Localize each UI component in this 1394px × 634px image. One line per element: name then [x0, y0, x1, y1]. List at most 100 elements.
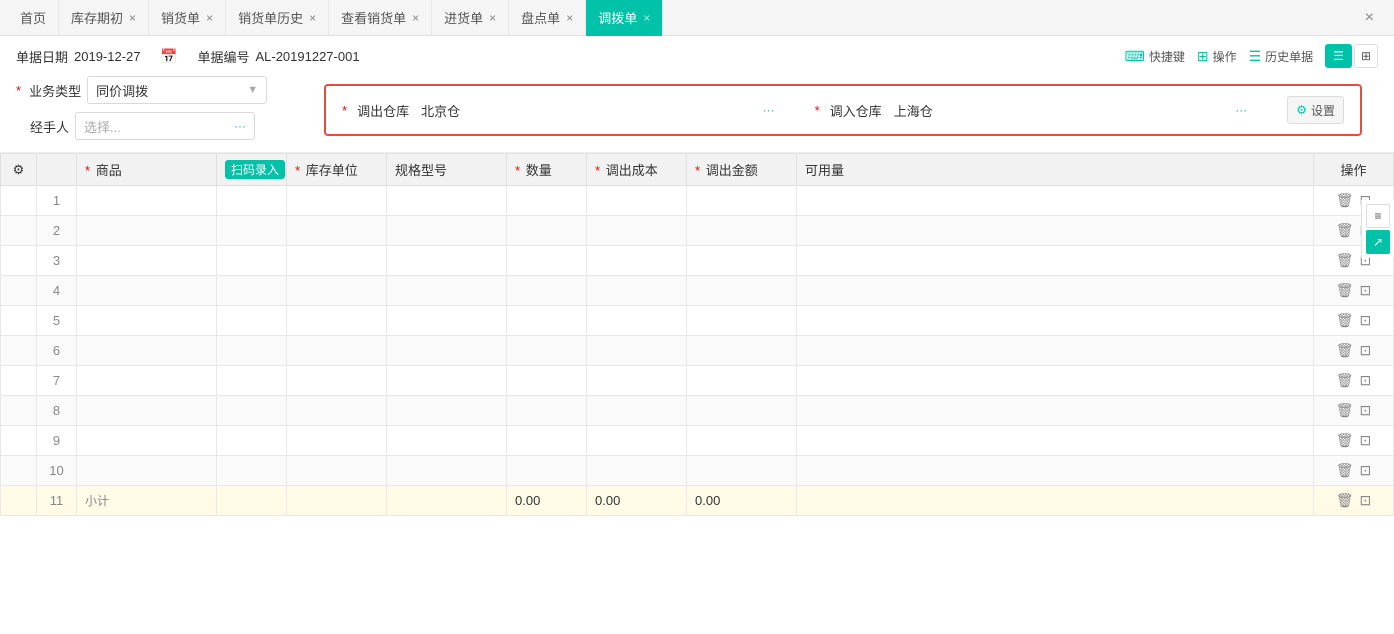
row-cost-6[interactable] [587, 336, 687, 366]
row-qty-8[interactable] [507, 396, 587, 426]
row-unit-3[interactable] [287, 246, 387, 276]
settings-button[interactable]: ⚙ 设置 [1287, 96, 1344, 124]
delete-icon-8[interactable]: 🗑 [1336, 402, 1354, 419]
tab-sales-history[interactable]: 销货单历史 × [226, 0, 329, 36]
row-amount-9[interactable] [687, 426, 797, 456]
side-expand-btn[interactable]: ↗ [1366, 230, 1390, 254]
close-view-sales[interactable]: × [412, 11, 419, 25]
delete-icon-3[interactable]: 🗑 [1336, 252, 1354, 269]
grid-view-btn[interactable]: ⊞ [1354, 44, 1378, 68]
row-cost-7[interactable] [587, 366, 687, 396]
row-unit-9[interactable] [287, 426, 387, 456]
delete-icon-2[interactable]: 🗑 [1336, 222, 1354, 239]
row-unit-4[interactable] [287, 276, 387, 306]
side-list-btn[interactable]: ≡ [1366, 204, 1390, 228]
scan-button[interactable]: 扫码录入 [225, 160, 285, 179]
row-unit-5[interactable] [287, 306, 387, 336]
row-unit-1[interactable] [287, 186, 387, 216]
tab-sales-order[interactable]: 销货单 × [149, 0, 226, 36]
tab-purchase[interactable]: 进货单 × [432, 0, 509, 36]
copy-icon-10[interactable]: ⊡ [1360, 462, 1372, 479]
row-spec-9[interactable] [387, 426, 507, 456]
close-sales-history[interactable]: × [309, 11, 316, 25]
row-goods-9[interactable] [77, 426, 217, 456]
close-purchase[interactable]: × [489, 11, 496, 25]
row-qty-2[interactable] [507, 216, 587, 246]
row-spec-5[interactable] [387, 306, 507, 336]
row-qty-4[interactable] [507, 276, 587, 306]
row-qty-3[interactable] [507, 246, 587, 276]
tab-transfer[interactable]: 调拨单 × [586, 0, 663, 36]
copy-icon-6[interactable]: ⊡ [1360, 342, 1372, 359]
list-view-btn[interactable]: ☰ [1325, 44, 1352, 68]
row-unit-10[interactable] [287, 456, 387, 486]
copy-icon-5[interactable]: ⊡ [1360, 312, 1372, 329]
warehouse-out-more-icon[interactable]: ··· [763, 103, 775, 117]
tab-inventory-init[interactable]: 库存期初 × [59, 0, 149, 36]
copy-icon-9[interactable]: ⊡ [1360, 432, 1372, 449]
row-goods-3[interactable] [77, 246, 217, 276]
row-cost-1[interactable] [587, 186, 687, 216]
row-qty-10[interactable] [507, 456, 587, 486]
row-qty-5[interactable] [507, 306, 587, 336]
row-goods-6[interactable] [77, 336, 217, 366]
delete-icon-1[interactable]: 🗑 [1336, 192, 1354, 209]
history-btn[interactable]: ☰ 历史单据 [1249, 48, 1314, 65]
row-goods-8[interactable] [77, 396, 217, 426]
delete-icon-5[interactable]: 🗑 [1336, 312, 1354, 329]
row-goods-5[interactable] [77, 306, 217, 336]
row-amount-3[interactable] [687, 246, 797, 276]
row-cost-5[interactable] [587, 306, 687, 336]
row-amount-6[interactable] [687, 336, 797, 366]
row-amount-5[interactable] [687, 306, 797, 336]
close-inventory-init[interactable]: × [129, 11, 136, 25]
row-cost-3[interactable] [587, 246, 687, 276]
copy-icon-7[interactable]: ⊡ [1360, 372, 1372, 389]
col-gear[interactable]: ⚙ [1, 154, 37, 186]
tab-view-sales[interactable]: 查看销货单 × [329, 0, 432, 36]
row-amount-4[interactable] [687, 276, 797, 306]
row-goods-1[interactable] [77, 186, 217, 216]
close-sales-order[interactable]: × [206, 11, 213, 25]
handler-more-icon[interactable]: ··· [234, 119, 246, 133]
row-goods-10[interactable] [77, 456, 217, 486]
row-spec-10[interactable] [387, 456, 507, 486]
window-close-button[interactable]: × [1353, 9, 1386, 27]
row-spec-3[interactable] [387, 246, 507, 276]
subtotal-delete-icon[interactable]: 🗑 [1336, 492, 1354, 509]
row-cost-4[interactable] [587, 276, 687, 306]
row-spec-6[interactable] [387, 336, 507, 366]
delete-icon-10[interactable]: 🗑 [1336, 462, 1354, 479]
copy-icon-4[interactable]: ⊡ [1360, 282, 1372, 299]
calendar-icon[interactable]: 📅 [160, 48, 177, 65]
delete-icon-9[interactable]: 🗑 [1336, 432, 1354, 449]
operation-btn[interactable]: ⊞ 操作 [1197, 48, 1237, 65]
row-unit-2[interactable] [287, 216, 387, 246]
shortcut-btn[interactable]: ⌨ 快捷键 [1125, 48, 1185, 65]
copy-icon-8[interactable]: ⊡ [1360, 402, 1372, 419]
warehouse-in-more-icon[interactable]: ··· [1235, 103, 1247, 117]
row-amount-7[interactable] [687, 366, 797, 396]
row-spec-1[interactable] [387, 186, 507, 216]
handler-select[interactable]: 选择... ··· [75, 112, 255, 140]
row-qty-9[interactable] [507, 426, 587, 456]
row-cost-2[interactable] [587, 216, 687, 246]
col-scan-header[interactable]: 扫码录入 [217, 154, 287, 186]
row-unit-6[interactable] [287, 336, 387, 366]
row-goods-2[interactable] [77, 216, 217, 246]
tab-stocktake[interactable]: 盘点单 × [509, 0, 586, 36]
row-goods-4[interactable] [77, 276, 217, 306]
row-amount-1[interactable] [687, 186, 797, 216]
row-spec-8[interactable] [387, 396, 507, 426]
row-qty-6[interactable] [507, 336, 587, 366]
row-cost-10[interactable] [587, 456, 687, 486]
row-spec-4[interactable] [387, 276, 507, 306]
row-unit-7[interactable] [287, 366, 387, 396]
row-cost-9[interactable] [587, 426, 687, 456]
row-unit-8[interactable] [287, 396, 387, 426]
delete-icon-7[interactable]: 🗑 [1336, 372, 1354, 389]
tab-home[interactable]: 首页 [8, 0, 59, 36]
close-transfer[interactable]: × [643, 11, 650, 25]
row-spec-7[interactable] [387, 366, 507, 396]
row-goods-7[interactable] [77, 366, 217, 396]
